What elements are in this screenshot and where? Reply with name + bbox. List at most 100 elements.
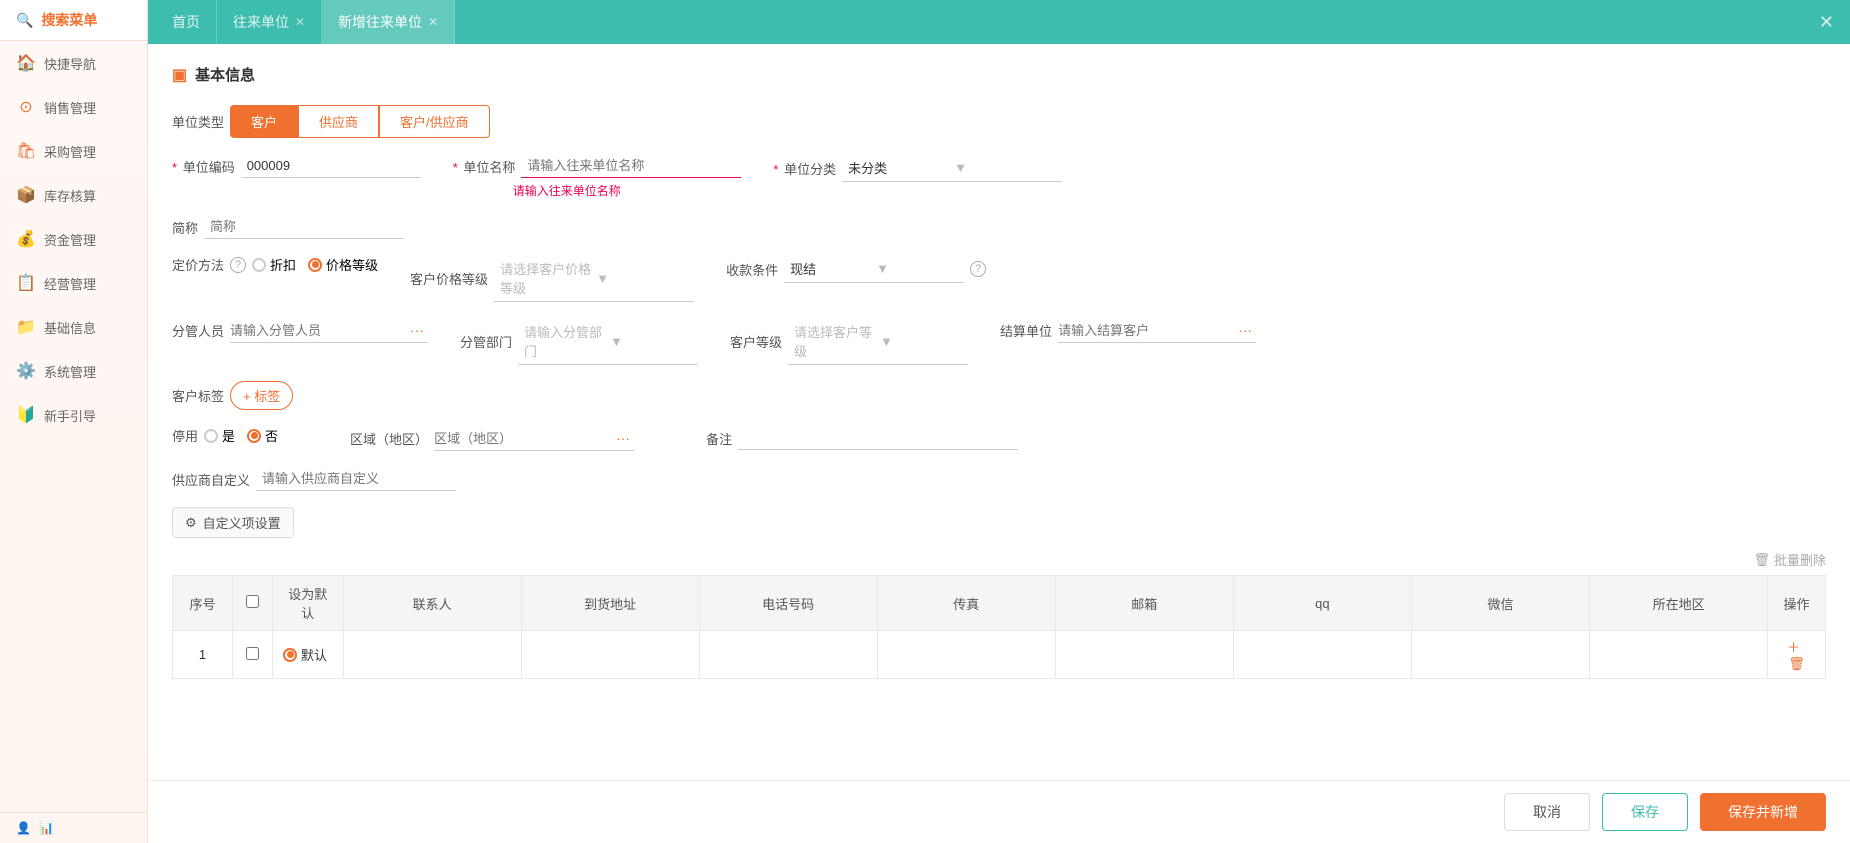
contact-input[interactable]	[354, 647, 511, 662]
customer-level-field: 客户等级 请选择客户等级 ▼	[730, 318, 968, 365]
purchase-icon: 🛍	[16, 141, 36, 161]
phone-input[interactable]	[710, 647, 867, 662]
region-ellipsis[interactable]: ···	[612, 430, 634, 446]
operations-icon: 📋	[16, 273, 36, 293]
manager-row: 分管人员 ··· 分管部门 请输入分管部门 ▼ 客户等级 请选择客户等级 ▼	[172, 318, 1826, 365]
pricing-radio-group: 折扣 价格等级	[252, 255, 378, 274]
customer-level-placeholder: 请选择客户等级	[794, 322, 876, 360]
remark-input[interactable]	[738, 426, 1018, 450]
delete-row-icon[interactable]: 🗑	[1788, 656, 1805, 671]
department-placeholder: 请输入分管部门	[524, 322, 606, 360]
type-btn-customer[interactable]: 客户	[230, 105, 298, 138]
col-wechat: 微信	[1412, 576, 1590, 631]
department-dropdown[interactable]: 请输入分管部门 ▼	[518, 318, 698, 365]
disabled-radio-no[interactable]: 否	[247, 426, 278, 445]
sidebar-bottom: 👤 📊	[0, 812, 147, 843]
tab-new-contact-close[interactable]: ✕	[428, 15, 438, 29]
sidebar-item-sales[interactable]: ⊙ 销售管理	[0, 85, 147, 129]
tag-row: 客户标签 + 标签	[172, 381, 1826, 410]
unit-category-label: * 单位分类	[773, 159, 836, 178]
sidebar-item-operations[interactable]: 📋 经营管理	[0, 261, 147, 305]
sidebar-item-label: 基础信息	[44, 318, 96, 337]
unit-name-input[interactable]	[521, 154, 741, 178]
row-checkbox[interactable]	[246, 647, 259, 660]
sidebar-item-purchase[interactable]: 🛍 采购管理	[0, 129, 147, 173]
yes-radio-circle	[204, 429, 218, 443]
select-all-checkbox[interactable]	[246, 595, 259, 608]
main: 首页 往来单位 ✕ 新增往来单位 ✕ ✕ ▣ 基本信息 单位类型 客户 供应商	[148, 0, 1850, 843]
qq-input[interactable]	[1244, 647, 1401, 662]
unit-category-field: * 单位分类 未分类 ▼	[773, 154, 1062, 182]
cell-qq	[1233, 631, 1411, 679]
payment-help-icon[interactable]: ?	[970, 261, 986, 277]
unit-name-error: 请输入往来单位名称	[513, 182, 621, 199]
manager-ellipsis[interactable]: ···	[406, 322, 428, 338]
abbr-label: 简称	[172, 218, 198, 237]
add-tag-button[interactable]: + 标签	[230, 381, 293, 410]
add-row-icon[interactable]: ＋	[1787, 640, 1800, 655]
customer-level-label: 客户等级	[730, 332, 782, 351]
cell-email	[1055, 631, 1233, 679]
sidebar-item-label: 资金管理	[44, 230, 96, 249]
abbr-field: 简称	[172, 215, 404, 239]
tab-contacts[interactable]: 往来单位 ✕	[217, 0, 322, 44]
pricing-help-icon[interactable]: ?	[230, 257, 246, 273]
manager-label: 分管人员	[172, 321, 224, 340]
custom-settings-button[interactable]: ⚙ 自定义项设置	[172, 507, 294, 538]
type-btn-both[interactable]: 客户/供应商	[379, 105, 490, 138]
tab-home[interactable]: 首页	[156, 0, 217, 44]
inventory-icon: 📦	[16, 185, 36, 205]
sidebar-item-basic[interactable]: 📁 基础信息	[0, 305, 147, 349]
customer-price-level-dropdown[interactable]: 请选择客户价格等级 ▼	[494, 255, 694, 302]
sidebar-search[interactable]: 🔍 搜索菜单	[0, 0, 147, 41]
system-icon: ⚙️	[16, 361, 36, 381]
region-label: 区域（地区）	[350, 429, 428, 448]
sidebar-bottom-icon: 👤	[16, 821, 31, 835]
supplier-custom-label: 供应商自定义	[172, 470, 250, 489]
sidebar-bottom-icon2: 📊	[39, 821, 54, 835]
category-arrow-icon: ▼	[954, 160, 1056, 175]
abbr-input[interactable]	[204, 215, 404, 239]
price-level-arrow-icon: ▼	[596, 271, 688, 286]
settlement-input[interactable]	[1058, 323, 1234, 338]
unit-type-label: 单位类型	[172, 112, 224, 131]
sidebar-item-guide[interactable]: 🔰 新手引导	[0, 393, 147, 437]
guide-icon: 🔰	[16, 405, 36, 425]
customer-level-dropdown[interactable]: 请选择客户等级 ▼	[788, 318, 968, 365]
unit-code-field: * 单位编码	[172, 154, 421, 178]
payment-terms-dropdown[interactable]: 现结 ▼	[784, 255, 964, 283]
default-radio[interactable]: 默认	[283, 645, 333, 664]
region-input[interactable]	[434, 431, 612, 446]
sidebar-item-finance[interactable]: 💰 资金管理	[0, 217, 147, 261]
address-input[interactable]	[532, 647, 689, 662]
sidebar-item-system[interactable]: ⚙️ 系统管理	[0, 349, 147, 393]
unit-code-input[interactable]	[241, 154, 421, 178]
email-input[interactable]	[1066, 647, 1223, 662]
settlement-ellipsis[interactable]: ···	[1234, 322, 1256, 338]
sidebar-item-inventory[interactable]: 📦 库存核算	[0, 173, 147, 217]
default-radio-circle	[283, 648, 297, 662]
batch-delete-button[interactable]: 🗑 批量删除	[1753, 550, 1826, 569]
fax-input[interactable]	[888, 647, 1045, 662]
sidebar-item-quick-nav[interactable]: 🏠 快捷导航	[0, 41, 147, 85]
payment-terms-field: 收款条件 现结 ▼ ?	[726, 255, 986, 283]
save-new-button[interactable]: 保存并新增	[1700, 793, 1826, 831]
wechat-input[interactable]	[1422, 647, 1579, 662]
save-button[interactable]: 保存	[1602, 793, 1688, 831]
cell-address	[521, 631, 699, 679]
tab-new-contact[interactable]: 新增往来单位 ✕	[322, 0, 455, 44]
close-all-button[interactable]: ✕	[1811, 12, 1842, 33]
unit-category-dropdown[interactable]: 未分类 ▼	[842, 154, 1062, 182]
supplier-custom-input[interactable]	[256, 467, 456, 491]
pricing-radio-price-level[interactable]: 价格等级	[308, 255, 378, 274]
region-table-input[interactable]	[1600, 647, 1757, 662]
pricing-radio-discount[interactable]: 折扣	[252, 255, 296, 274]
cancel-button[interactable]: 取消	[1504, 793, 1590, 831]
manager-input[interactable]	[230, 323, 406, 338]
disabled-radio-yes[interactable]: 是	[204, 426, 235, 445]
tab-contacts-close[interactable]: ✕	[295, 15, 305, 29]
no-radio-dot	[251, 432, 258, 439]
home-icon: 🏠	[16, 53, 36, 73]
unit-type-row: 单位类型 客户 供应商 客户/供应商	[172, 105, 1826, 138]
type-btn-supplier[interactable]: 供应商	[298, 105, 379, 138]
